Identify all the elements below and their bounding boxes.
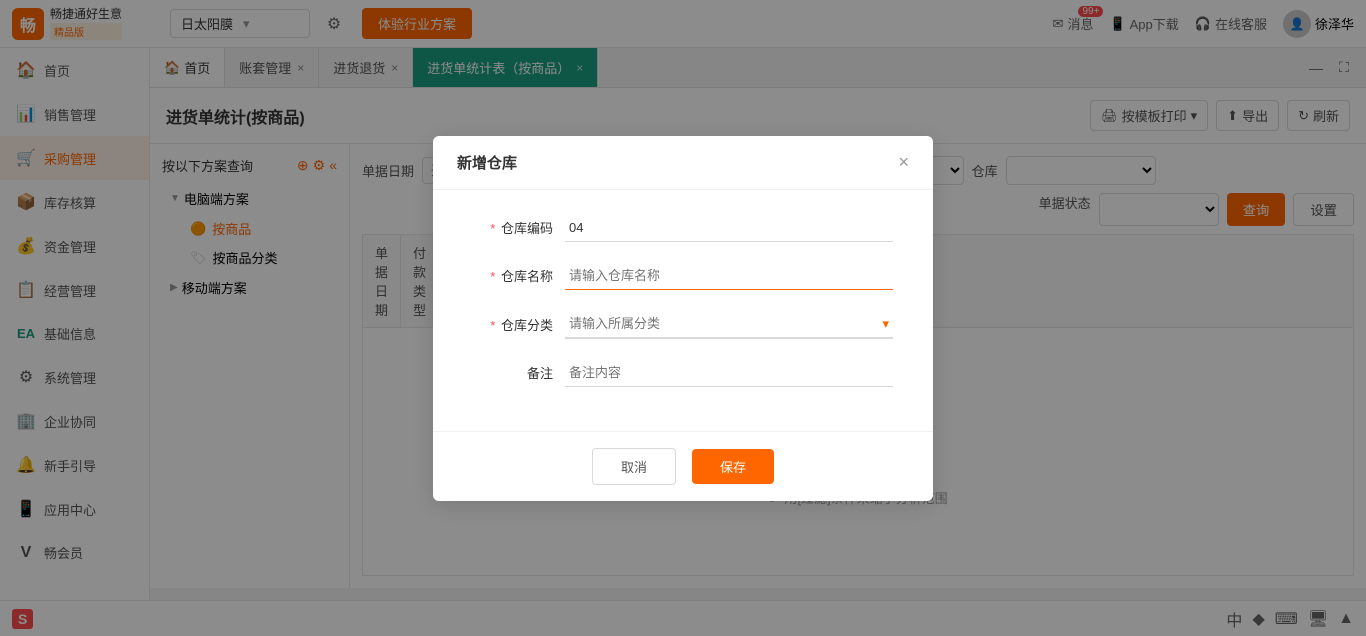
code-input[interactable] [565,214,893,242]
save-button[interactable]: 保存 [692,449,774,484]
category-select-wrap: ▾ [565,310,893,339]
form-row-note: 备注 [473,359,893,387]
modal-footer: 取消 保存 [433,431,933,501]
name-input[interactable] [565,262,893,290]
modal-close-button[interactable]: × [898,152,909,173]
modal-new-warehouse: 新增仓库 × * 仓库编码 * 仓库名称 [433,136,933,501]
modal-header: 新增仓库 × [433,136,933,190]
name-label: * 仓库名称 [473,266,553,285]
required-star-name: * [490,269,495,284]
form-row-name: * 仓库名称 [473,262,893,290]
note-label: 备注 [473,363,553,382]
modal-title: 新增仓库 [457,152,517,173]
modal-overlay[interactable]: 新增仓库 × * 仓库编码 * 仓库名称 [0,0,1366,636]
note-input[interactable] [565,359,893,387]
code-label: * 仓库编码 [473,218,553,237]
required-star-category: * [490,318,495,333]
form-row-category: * 仓库分类 ▾ [473,310,893,339]
category-input[interactable] [565,310,893,338]
required-star-code: * [490,221,495,236]
cancel-button[interactable]: 取消 [592,448,676,485]
category-label: * 仓库分类 [473,315,553,334]
modal-body: * 仓库编码 * 仓库名称 * 仓库分类 [433,190,933,431]
form-row-code: * 仓库编码 [473,214,893,242]
